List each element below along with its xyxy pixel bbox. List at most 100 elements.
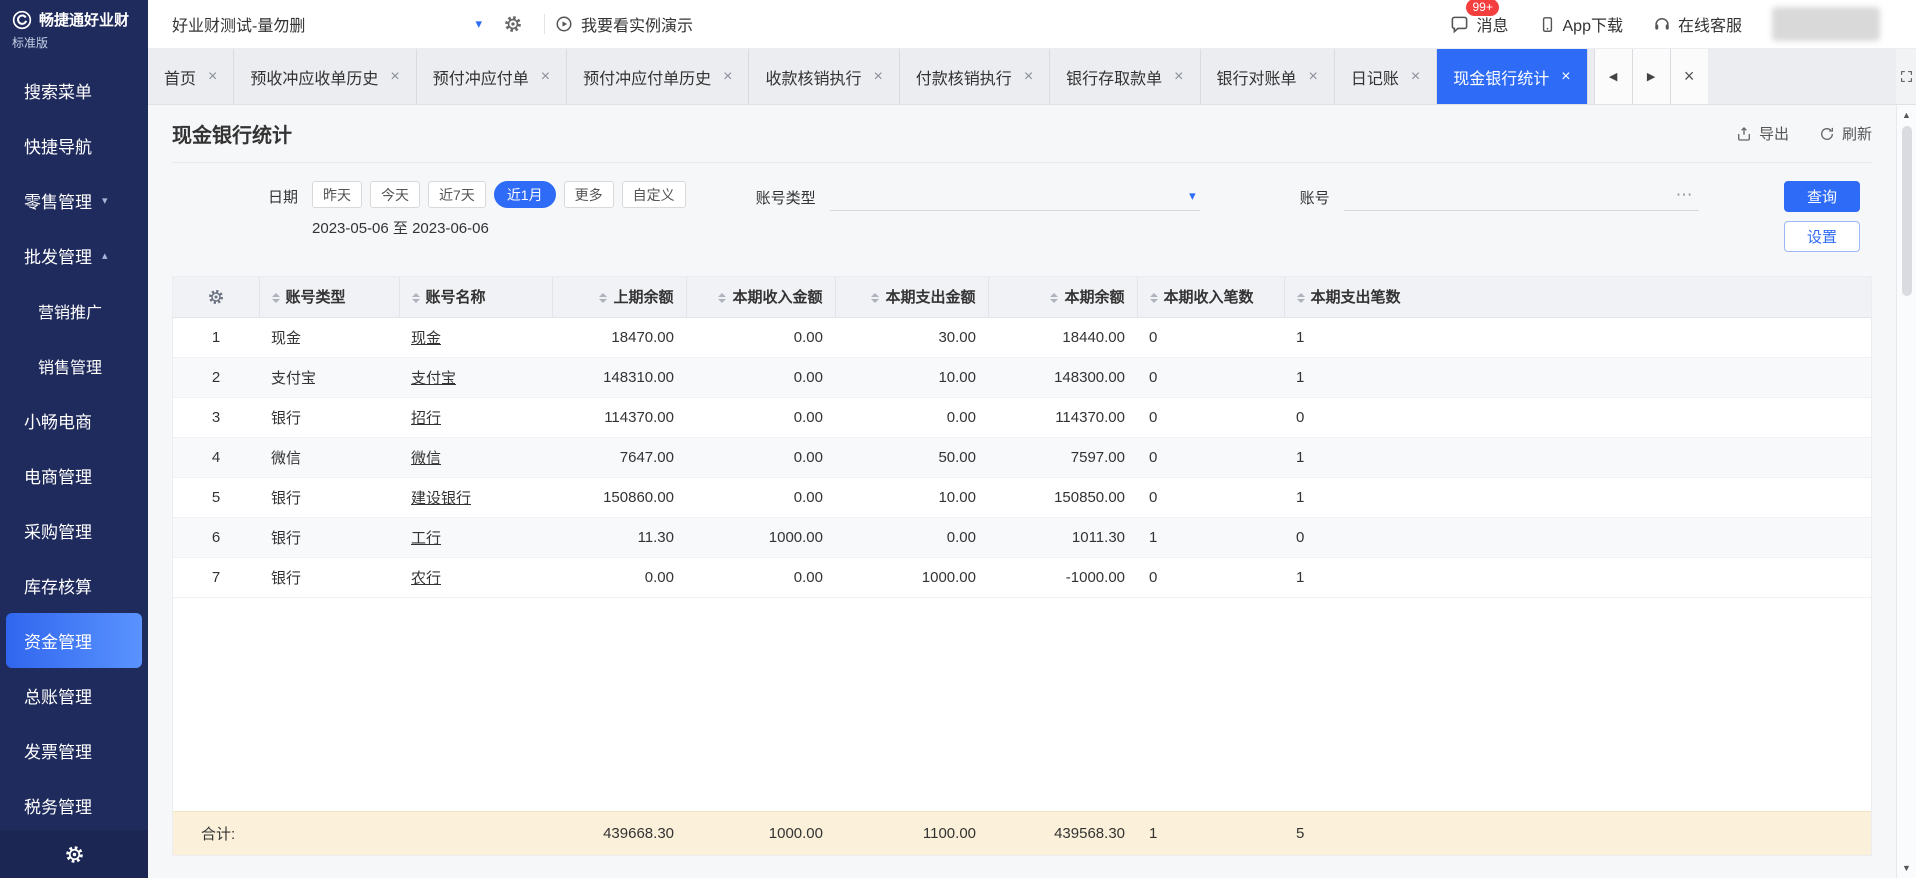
- close-icon[interactable]: ×: [1024, 68, 1033, 86]
- sidebar-item-purchasing[interactable]: 采购管理: [0, 503, 148, 558]
- header-current-balance[interactable]: 本期余额: [988, 277, 1138, 318]
- sidebar-item-invoice[interactable]: 发票管理: [0, 723, 148, 778]
- sidebar-item-general-ledger[interactable]: 总账管理: [0, 668, 148, 723]
- sidebar-item-inventory[interactable]: 库存核算: [0, 558, 148, 613]
- gear-icon[interactable]: [504, 15, 522, 33]
- totals-label: 合计:: [201, 826, 236, 843]
- online-service-button[interactable]: 在线客服: [1653, 12, 1742, 36]
- main-area: 好业财测试-量勿删 ▾ 我要看实例演示 99+ 消息 App下载 在线客服 首页…: [148, 0, 1916, 878]
- tab-prepay-writeoff-history[interactable]: 预付冲应付单历史 ×: [567, 49, 750, 104]
- table-row: 1 现金 现金 18470.00 0.00 30.00 18440.00 0 1: [173, 317, 1871, 358]
- demo-link[interactable]: 我要看实例演示: [555, 12, 693, 36]
- tab-prepay-writeoff[interactable]: 预付冲应付单 ×: [417, 49, 568, 104]
- user-info-redacted[interactable]: [1772, 7, 1880, 41]
- column-settings-header[interactable]: [173, 277, 260, 318]
- org-selector[interactable]: 好业财测试-量勿删 ▾: [162, 12, 492, 36]
- sort-icon[interactable]: [599, 293, 608, 304]
- account-input[interactable]: ⋯: [1343, 184, 1699, 211]
- tab-bank-deposit-withdrawal[interactable]: 银行存取款单 ×: [1050, 49, 1201, 104]
- sort-icon[interactable]: [1296, 293, 1305, 304]
- header-account-type[interactable]: 账号类型: [259, 277, 400, 318]
- sidebar-item-tax[interactable]: 税务管理: [0, 778, 148, 833]
- tab-cash-bank-statistics[interactable]: 现金银行统计 ×: [1437, 49, 1588, 104]
- account-label: 账号: [1299, 190, 1330, 207]
- sort-icon[interactable]: [871, 293, 880, 304]
- date-option-last-month[interactable]: 近1月: [493, 181, 556, 208]
- account-link[interactable]: 招行: [411, 410, 441, 427]
- date-option-last7days[interactable]: 近7天: [428, 181, 486, 208]
- header-income-count[interactable]: 本期收入笔数: [1137, 277, 1285, 318]
- header-income-amount[interactable]: 本期收入金额: [686, 277, 836, 318]
- scroll-down-arrow[interactable]: ▼: [1902, 861, 1911, 875]
- settings-button[interactable]: 设置: [1784, 221, 1860, 252]
- chevron-down-icon: ▾: [475, 16, 482, 31]
- account-type-filter: 账号类型 ▾: [756, 184, 1200, 211]
- close-icon[interactable]: ×: [1411, 68, 1420, 86]
- messages-button[interactable]: 99+ 消息: [1450, 0, 1509, 36]
- close-icon[interactable]: ×: [723, 68, 732, 86]
- account-link[interactable]: 农行: [411, 570, 441, 587]
- header-expense-count[interactable]: 本期支出笔数: [1284, 277, 1871, 318]
- account-link[interactable]: 现金: [411, 330, 441, 347]
- export-button[interactable]: 导出: [1736, 123, 1789, 144]
- close-icon[interactable]: ×: [1561, 68, 1570, 86]
- account-link[interactable]: 工行: [411, 530, 441, 547]
- date-filter-label: 日期: [268, 189, 299, 206]
- tab-home[interactable]: 首页 ×: [148, 49, 235, 104]
- sidebar-item-wholesale[interactable]: 批发管理 ▴: [0, 228, 148, 283]
- query-button[interactable]: 查询: [1784, 181, 1860, 212]
- sidebar-item-ecommerce[interactable]: 电商管理: [0, 448, 148, 503]
- sidebar-item-marketing[interactable]: 营销推广: [0, 283, 148, 338]
- table-row: 3 银行 招行 114370.00 0.00 0.00 114370.00 0 …: [173, 397, 1871, 438]
- close-icon[interactable]: ×: [873, 68, 882, 86]
- scroll-tabs-left-button[interactable]: ◀: [1593, 49, 1632, 104]
- column-settings-gear-icon[interactable]: [208, 289, 224, 305]
- header-account-name[interactable]: 账号名称: [399, 277, 553, 318]
- app-download-button[interactable]: App下载: [1539, 12, 1623, 36]
- close-icon[interactable]: ×: [1174, 68, 1183, 86]
- expand-icon[interactable]: [1896, 49, 1916, 105]
- date-option-today[interactable]: 今天: [370, 181, 421, 208]
- account-link[interactable]: 建设银行: [411, 490, 471, 507]
- tab-receipt-writeoff-exec[interactable]: 收款核销执行 ×: [749, 49, 900, 104]
- sidebar-item-xiaochang-ecommerce[interactable]: 小畅电商: [0, 393, 148, 448]
- scrollbar-thumb[interactable]: [1902, 126, 1912, 296]
- close-icon[interactable]: ×: [541, 68, 550, 86]
- sort-icon[interactable]: [1149, 293, 1158, 304]
- tab-journal[interactable]: 日记账 ×: [1335, 49, 1438, 104]
- tab-bank-statement[interactable]: 银行对账单 ×: [1201, 49, 1335, 104]
- tab-payment-writeoff-exec[interactable]: 付款核销执行 ×: [900, 49, 1051, 104]
- sidebar-item-retail[interactable]: 零售管理 ▾: [0, 173, 148, 228]
- vertical-scrollbar[interactable]: ▲ ▼: [1896, 105, 1916, 878]
- date-option-yesterday[interactable]: 昨天: [312, 181, 363, 208]
- date-option-custom[interactable]: 自定义: [621, 181, 686, 208]
- date-option-more[interactable]: 更多: [563, 181, 614, 208]
- account-type-select[interactable]: ▾: [829, 184, 1200, 211]
- sort-icon[interactable]: [411, 293, 420, 304]
- header-prev-balance[interactable]: 上期余额: [552, 277, 687, 318]
- account-link[interactable]: 支付宝: [411, 370, 456, 387]
- sort-icon[interactable]: [271, 293, 280, 304]
- scroll-tabs-right-button[interactable]: ▶: [1631, 49, 1670, 104]
- header-expense-amount[interactable]: 本期支出金额: [835, 277, 989, 318]
- scroll-up-arrow[interactable]: ▲: [1902, 108, 1911, 122]
- account-link[interactable]: 微信: [411, 450, 441, 467]
- close-icon[interactable]: ×: [208, 68, 217, 86]
- sidebar-item-sales[interactable]: 销售管理: [0, 338, 148, 393]
- settings-gear-icon[interactable]: [65, 845, 84, 864]
- table-row: 6 银行 工行 11.30 1000.00 0.00 1011.30 1 0: [173, 517, 1871, 558]
- caret-up-icon: ▴: [102, 250, 108, 262]
- refresh-button[interactable]: 刷新: [1819, 123, 1872, 144]
- table-header-row: 账号类型 账号名称 上期余额 本期收入金额 本期支出金额 本期余额 本期收入笔数…: [173, 277, 1871, 318]
- sort-icon[interactable]: [1050, 293, 1059, 304]
- sidebar-item-funds[interactable]: 资金管理: [6, 613, 142, 668]
- scrollbar-track[interactable]: [1897, 122, 1916, 861]
- sort-icon[interactable]: [718, 293, 727, 304]
- sidebar-item-search-menu[interactable]: 搜索菜单: [0, 63, 148, 118]
- ellipsis-icon[interactable]: ⋯: [1676, 185, 1695, 205]
- close-all-tabs-button[interactable]: ×: [1669, 49, 1708, 104]
- close-icon[interactable]: ×: [390, 68, 399, 86]
- tab-prereceipt-history[interactable]: 预收冲应收单历史 ×: [234, 49, 417, 104]
- sidebar-item-quick-nav[interactable]: 快捷导航: [0, 118, 148, 173]
- close-icon[interactable]: ×: [1309, 68, 1318, 86]
